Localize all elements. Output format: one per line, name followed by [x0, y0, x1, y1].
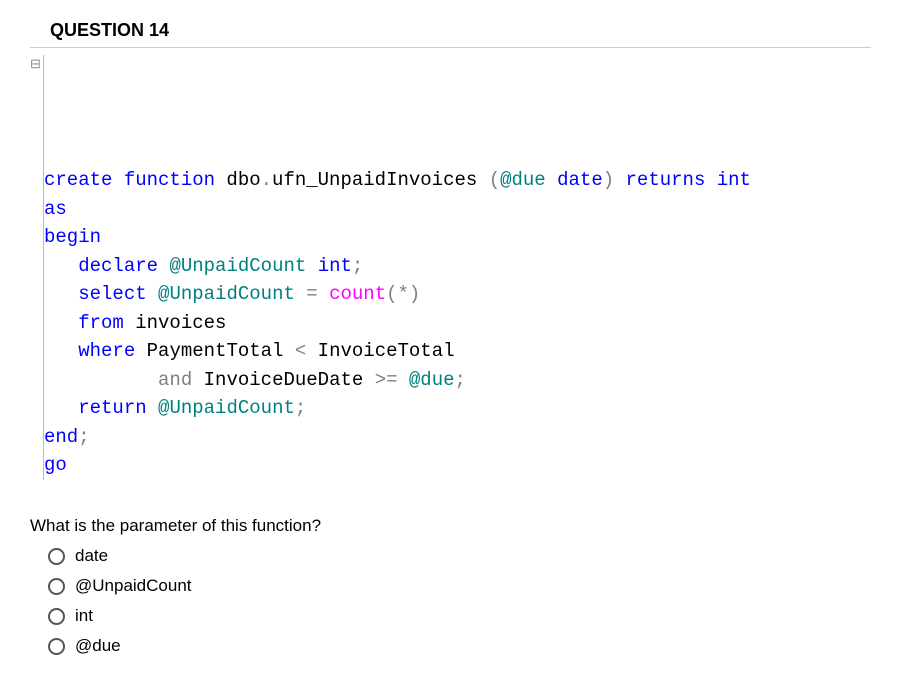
code-token: from	[78, 312, 124, 334]
code-token: invoices	[124, 312, 227, 334]
code-token	[147, 397, 158, 419]
code-token: date	[557, 169, 603, 191]
code-token: InvoiceTotal	[306, 340, 454, 362]
option-label: date	[75, 546, 108, 566]
code-line: go	[44, 451, 871, 480]
code-token	[147, 283, 158, 305]
code-token: dbo	[215, 169, 261, 191]
code-token: ;	[295, 397, 306, 419]
radio-icon[interactable]	[48, 578, 65, 595]
code-token: create function	[44, 169, 215, 191]
code-token: return	[78, 397, 146, 419]
code-line: declare @UnpaidCount int;	[44, 252, 871, 281]
code-line: return @UnpaidCount;	[44, 394, 871, 423]
code-token: @UnpaidCount	[169, 255, 306, 277]
radio-icon[interactable]	[48, 548, 65, 565]
collapse-icon: ⊟	[30, 55, 41, 75]
code-token: (	[489, 169, 500, 191]
code-token: int	[318, 255, 352, 277]
code-line: as	[44, 195, 871, 224]
code-token	[318, 283, 329, 305]
code-token: =	[306, 283, 317, 305]
code-line: where PaymentTotal < InvoiceTotal	[44, 337, 871, 366]
code-token: declare	[78, 255, 158, 277]
code-token: )	[603, 169, 614, 191]
code-line: select @UnpaidCount = count(*)	[44, 280, 871, 309]
option-0[interactable]: date	[48, 546, 871, 566]
options-group: date @UnpaidCount int @due	[30, 546, 871, 656]
code-token	[614, 169, 625, 191]
code-token: end	[44, 426, 78, 448]
radio-icon[interactable]	[48, 638, 65, 655]
code-token: <	[295, 340, 306, 362]
code-token: (*)	[386, 283, 420, 305]
code-token	[44, 340, 78, 362]
option-2[interactable]: int	[48, 606, 871, 626]
code-block: ⊟ create function dbo.ufn_UnpaidInvoices…	[30, 52, 871, 508]
code-line: end;	[44, 423, 871, 452]
code-token: ;	[352, 255, 363, 277]
code-token	[306, 255, 317, 277]
code-token	[44, 369, 158, 391]
option-3[interactable]: @due	[48, 636, 871, 656]
code-token: returns int	[626, 169, 751, 191]
code-token	[44, 397, 78, 419]
code-token: ;	[78, 426, 89, 448]
code-token: count	[329, 283, 386, 305]
code-token: >=	[375, 369, 398, 391]
question-text: What is the parameter of this function?	[30, 516, 871, 536]
code-token: PaymentTotal	[135, 340, 295, 362]
code-token: @UnpaidCount	[158, 397, 295, 419]
code-token	[44, 255, 78, 277]
option-1[interactable]: @UnpaidCount	[48, 576, 871, 596]
code-line: begin	[44, 223, 871, 252]
code-token	[44, 283, 78, 305]
code-token	[44, 312, 78, 334]
option-label: int	[75, 606, 93, 626]
option-label: @due	[75, 636, 121, 656]
code-line: and InvoiceDueDate >= @due;	[44, 366, 871, 395]
code-token	[398, 369, 409, 391]
question-header: QUESTION 14	[30, 20, 871, 48]
radio-icon[interactable]	[48, 608, 65, 625]
fold-guide-line	[43, 55, 44, 480]
code-token: ;	[455, 369, 466, 391]
code-token: and	[158, 369, 192, 391]
code-line: from invoices	[44, 309, 871, 338]
option-label: @UnpaidCount	[75, 576, 192, 596]
code-token	[158, 255, 169, 277]
code-token: as	[44, 198, 67, 220]
code-token	[546, 169, 557, 191]
code-token	[295, 283, 306, 305]
code-token: InvoiceDueDate	[192, 369, 374, 391]
code-token: @UnpaidCount	[158, 283, 295, 305]
code-token: @due	[409, 369, 455, 391]
code-token: go	[44, 454, 67, 476]
code-token: @due	[500, 169, 546, 191]
code-token: begin	[44, 226, 101, 248]
code-line: create function dbo.ufn_UnpaidInvoices (…	[44, 166, 871, 195]
code-lines: create function dbo.ufn_UnpaidInvoices (…	[44, 166, 871, 480]
code-token: select	[78, 283, 146, 305]
code-token: ufn_UnpaidInvoices	[272, 169, 489, 191]
code-token: where	[78, 340, 135, 362]
code-token: .	[261, 169, 272, 191]
